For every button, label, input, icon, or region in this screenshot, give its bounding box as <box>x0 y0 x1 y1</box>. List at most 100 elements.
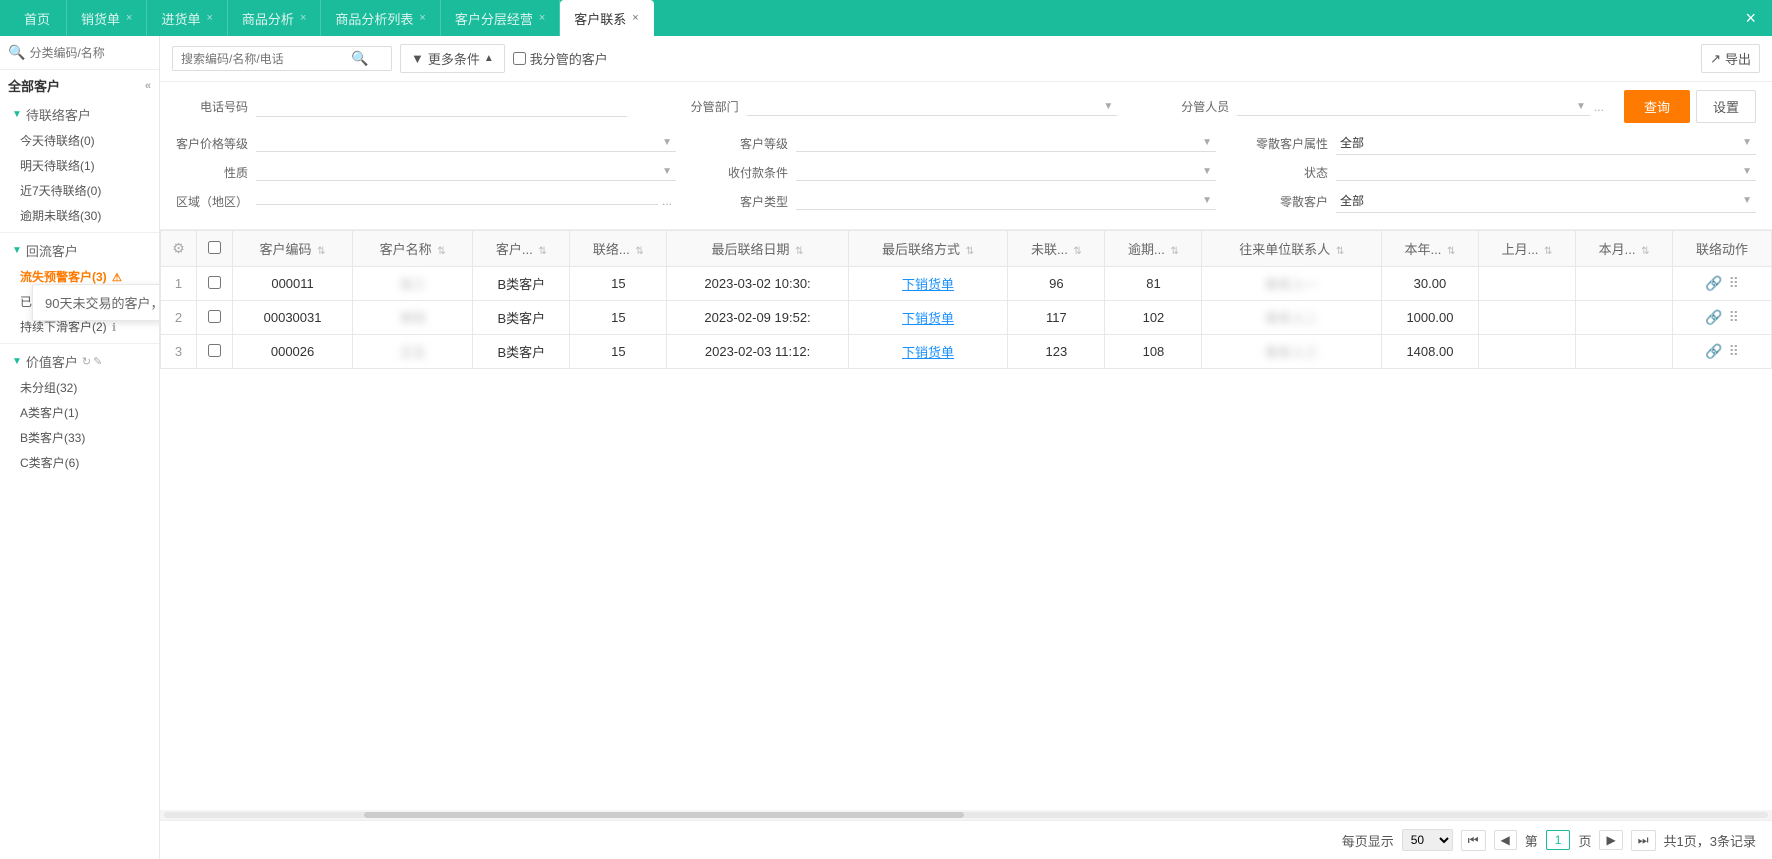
tab-product-list[interactable]: 商品分析列表 × <box>321 0 440 36</box>
status-arrow: ▼ <box>1742 166 1752 177</box>
col-type[interactable]: 客户... ⇅ <box>473 231 570 267</box>
tab-home[interactable]: 首页 <box>8 0 67 36</box>
retail-customer-select[interactable]: 全部 ▼ <box>1336 189 1756 213</box>
col-last-month[interactable]: 上月... ⇅ <box>1478 231 1575 267</box>
search-input[interactable] <box>181 52 351 66</box>
sidebar-group-pending[interactable]: ▼ 待联络客户 <box>0 101 159 128</box>
query-button[interactable]: 查询 <box>1624 90 1690 123</box>
sidebar-item-7days[interactable]: 近7天待联络(0) <box>0 178 159 203</box>
action-grid-icon-2[interactable]: ⠿ <box>1729 309 1739 326</box>
col-name[interactable]: 客户名称 ⇅ <box>353 231 473 267</box>
col-last-date[interactable]: 最后联络日期 ⇅ <box>667 231 848 267</box>
value-refresh-icon[interactable]: ↻ <box>82 355 91 368</box>
prev-page-btn[interactable]: ◀ <box>1494 830 1517 850</box>
action-link-icon-1[interactable]: 🔗 <box>1705 275 1722 292</box>
tab-customer-tier-close[interactable]: × <box>539 12 545 24</box>
row-2-checkbox[interactable] <box>208 310 221 323</box>
action-grid-icon-3[interactable]: ⠿ <box>1729 343 1739 360</box>
table-row: 3 000026 王五 B类客户 15 2023-02-03 11:12: 下销… <box>161 335 1772 369</box>
tab-customer-contact-close[interactable]: × <box>632 12 638 24</box>
phone-input[interactable] <box>256 96 627 117</box>
dept-select[interactable]: ▼ <box>747 98 1118 116</box>
price-level-select[interactable]: ▼ <box>256 134 676 152</box>
tab-customer-tier[interactable]: 客户分层经营 × <box>441 0 560 36</box>
col-last-method[interactable]: 最后联络方式 ⇅ <box>848 231 1008 267</box>
first-page-btn[interactable]: ⏮ <box>1461 830 1486 851</box>
horizontal-scrollbar[interactable] <box>160 810 1772 820</box>
row-1-checkbox[interactable] <box>208 276 221 289</box>
scrollbar-track[interactable] <box>164 812 1768 818</box>
sidebar-item-ungrouped[interactable]: 未分组(32) <box>0 375 159 400</box>
row-action-3: 🔗 ⠿ <box>1673 335 1772 369</box>
row-num-3: 3 <box>161 335 197 369</box>
sidebar-item-tomorrow[interactable]: 明天待联络(1) <box>0 153 159 178</box>
payment-select[interactable]: ▼ <box>796 163 1216 181</box>
per-page-select[interactable]: 50 100 200 <box>1402 829 1453 851</box>
col-this-year[interactable]: 本年... ⇅ <box>1381 231 1478 267</box>
sort-icon-overdue: ⇅ <box>1170 246 1178 257</box>
last-page-btn[interactable]: ⏭ <box>1631 830 1656 851</box>
main-layout: 🔍 全部客户 « ▼ 待联络客户 今天待联络(0) 明天待联络(1) 近7天待联… <box>0 36 1772 859</box>
tab-product-analysis-close[interactable]: × <box>300 12 306 24</box>
sidebar-item-a-class[interactable]: A类客户(1) <box>0 400 159 425</box>
value-edit-icon[interactable]: ✎ <box>93 355 102 368</box>
window-close-icon[interactable]: × <box>1737 8 1764 29</box>
col-overdue[interactable]: 逾期... ⇅ <box>1105 231 1202 267</box>
col-this-month[interactable]: 本月... ⇅ <box>1576 231 1673 267</box>
export-button[interactable]: ↗ 导出 <box>1701 44 1760 73</box>
my-customers-checkbox-label[interactable]: 我分管的客户 <box>513 49 608 68</box>
filter-price-level: 客户价格等级 ▼ <box>176 134 676 152</box>
person-select[interactable]: ▼ <box>1237 98 1590 116</box>
next-page-btn[interactable]: ▶ <box>1599 830 1622 850</box>
col-unit-contact[interactable]: 往来单位联系人 ⇅ <box>1202 231 1381 267</box>
row-type-1: B类客户 <box>473 267 570 301</box>
action-link-icon-2[interactable]: 🔗 <box>1705 309 1722 326</box>
select-all-checkbox[interactable] <box>208 241 221 254</box>
tab-product-analysis[interactable]: 商品分析 × <box>228 0 321 36</box>
row-3-checkbox[interactable] <box>208 344 221 357</box>
tab-customer-contact[interactable]: 客户联系 × <box>560 0 653 36</box>
row-last-method-2[interactable]: 下销货单 <box>848 301 1008 335</box>
region-select[interactable] <box>256 198 658 205</box>
search-button[interactable]: 🔍 <box>351 50 368 67</box>
row-last-date-1: 2023-03-02 10:30: <box>667 267 848 301</box>
my-customers-checkbox[interactable] <box>513 52 526 65</box>
gear-icon[interactable]: ⚙ <box>172 240 185 256</box>
sidebar-collapse-icon[interactable]: « <box>145 80 151 92</box>
tab-product-list-close[interactable]: × <box>419 12 425 24</box>
row-name-2: 李四 <box>353 301 473 335</box>
nature-select[interactable]: ▼ <box>256 163 676 181</box>
customer-type-select[interactable]: ▼ <box>796 192 1216 210</box>
action-grid-icon-1[interactable]: ⠿ <box>1729 275 1739 292</box>
scrollbar-thumb[interactable] <box>364 812 964 818</box>
customer-level-select[interactable]: ▼ <box>796 134 1216 152</box>
tab-sales[interactable]: 销货单 × <box>67 0 147 36</box>
col-contact[interactable]: 联络... ⇅ <box>570 231 667 267</box>
filter-icon: ▼ <box>411 51 424 66</box>
col-unlink-days[interactable]: 未联... ⇅ <box>1008 231 1105 267</box>
sidebar-item-today[interactable]: 今天待联络(0) <box>0 128 159 153</box>
tab-purchase[interactable]: 进货单 × <box>147 0 227 36</box>
sidebar-item-c-class[interactable]: C类客户(6) <box>0 450 159 475</box>
retail-attr-select[interactable]: 全部 ▼ <box>1336 131 1756 155</box>
sidebar-search-input[interactable] <box>29 46 151 60</box>
more-conditions-button[interactable]: ▼ 更多条件 ▲ <box>400 44 505 73</box>
person-more-btn[interactable]: ... <box>1590 100 1608 114</box>
sidebar-group-value[interactable]: ▼ 价值客户 ↻ ✎ <box>0 348 159 375</box>
setting-button[interactable]: 设置 <box>1696 90 1756 123</box>
region-more-btn[interactable]: ... <box>658 194 676 208</box>
price-level-arrow: ▼ <box>662 137 672 148</box>
row-last-method-1[interactable]: 下销货单 <box>848 267 1008 301</box>
row-last-method-3[interactable]: 下销货单 <box>848 335 1008 369</box>
sidebar-group-churn[interactable]: ▼ 回流客户 <box>0 237 159 264</box>
col-code[interactable]: 客户编码 ⇅ <box>233 231 353 267</box>
pagination: 每页显示 50 100 200 ⏮ ◀ 第 1 页 ▶ ⏭ 共1页，3条记录 <box>160 820 1772 859</box>
sidebar-item-overdue[interactable]: 逾期未联络(30) <box>0 203 159 228</box>
tab-sales-close[interactable]: × <box>126 12 132 24</box>
sidebar-all-customers[interactable]: 全部客户 « <box>0 70 159 101</box>
tab-purchase-close[interactable]: × <box>206 12 212 24</box>
action-link-icon-3[interactable]: 🔗 <box>1705 343 1722 360</box>
dept-select-arrow: ▼ <box>1103 101 1113 112</box>
status-select[interactable]: ▼ <box>1336 163 1756 181</box>
sidebar-item-b-class[interactable]: B类客户(33) <box>0 425 159 450</box>
